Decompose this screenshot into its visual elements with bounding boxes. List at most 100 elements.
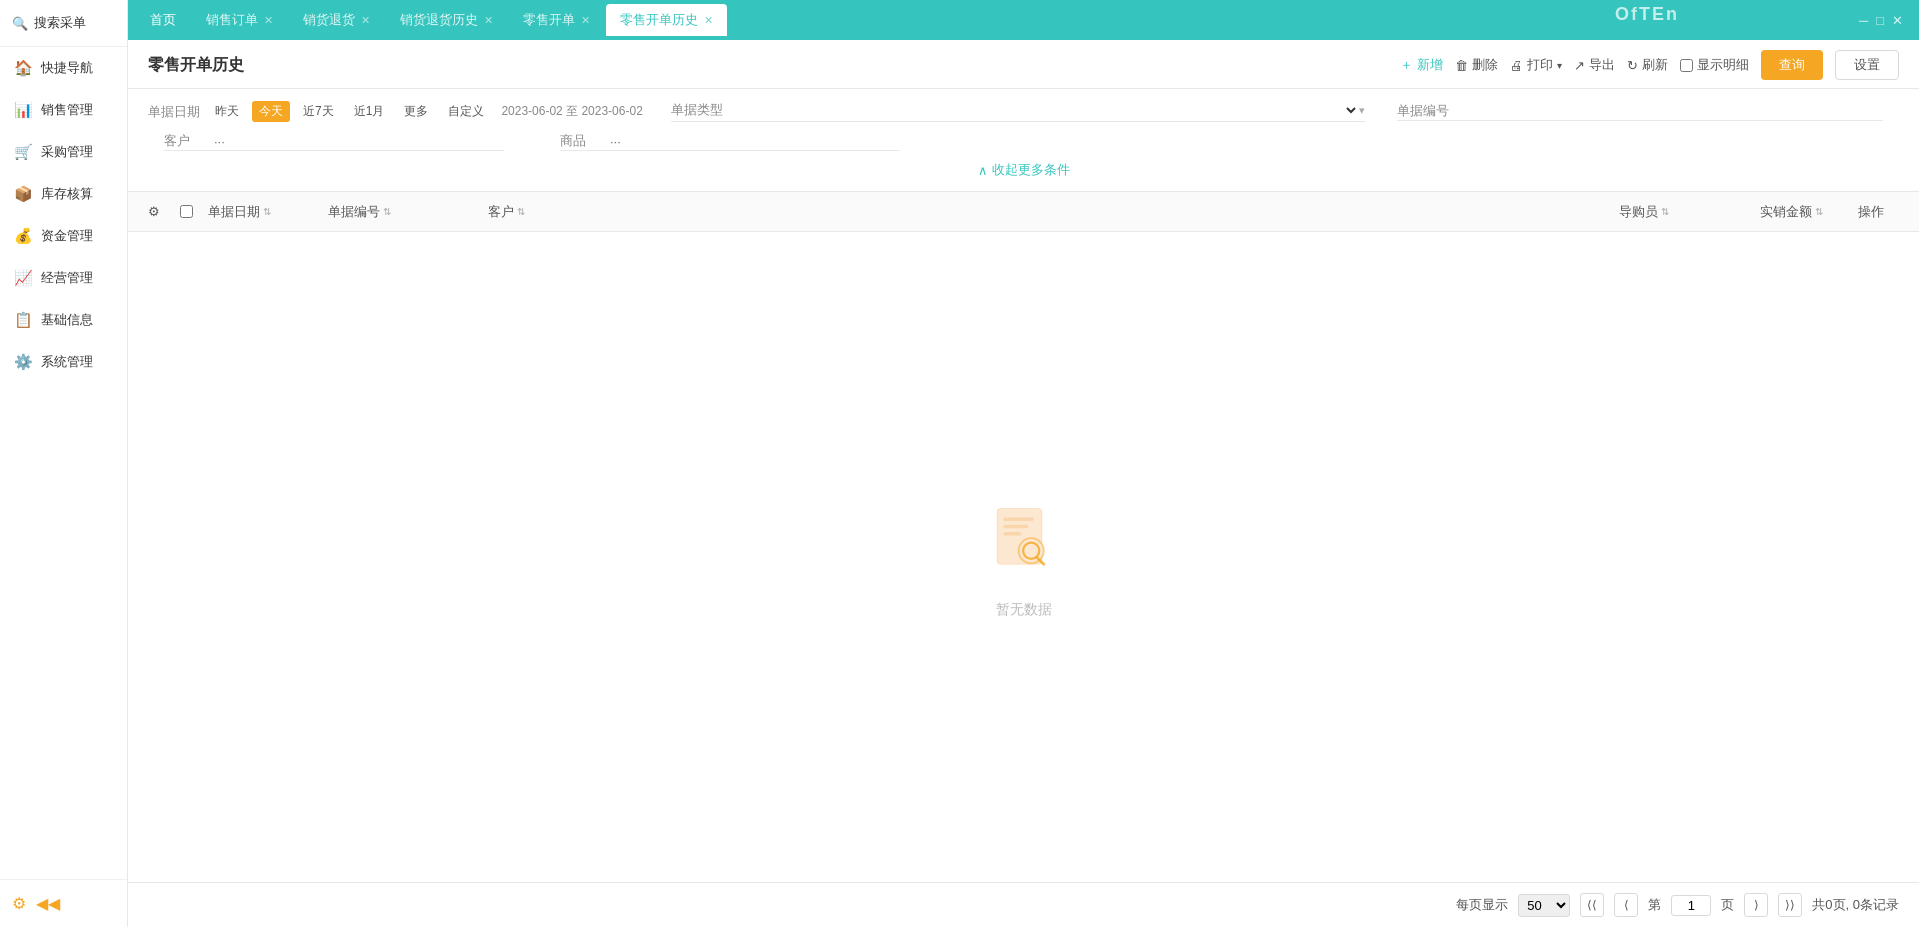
empty-state: 暂无数据: [128, 232, 1919, 882]
sidebar-item-label: 系统管理: [41, 353, 93, 371]
sidebar-item-sales-mgmt[interactable]: 📊 销售管理: [0, 89, 127, 131]
page-number-input[interactable]: [1671, 895, 1711, 916]
sort-number-icon: ⇅: [383, 206, 391, 217]
bill-number-wrap: 单据编号: [1397, 102, 1883, 121]
sidebar-item-basic-info[interactable]: 📋 基础信息: [0, 299, 127, 341]
bill-number-input[interactable]: [1449, 104, 1883, 119]
bill-type-select[interactable]: [723, 102, 1359, 119]
empty-icon: [979, 495, 1069, 585]
delete-icon: 🗑: [1455, 58, 1468, 73]
th-number[interactable]: 单据编号 ⇅: [320, 203, 480, 221]
tab-sales-return[interactable]: 销货退货 ✕: [289, 4, 384, 36]
page-label-before: 第: [1648, 896, 1661, 914]
setting-button[interactable]: 设置: [1835, 50, 1899, 80]
tab-sales-order[interactable]: 销售订单 ✕: [192, 4, 287, 36]
tab-retail-open-history-close[interactable]: ✕: [704, 14, 713, 27]
sidebar-item-finance[interactable]: 💰 资金管理: [0, 215, 127, 257]
page-first-button[interactable]: ⟨⟨: [1580, 893, 1604, 917]
sidebar-item-system[interactable]: ⚙️ 系统管理: [0, 341, 127, 383]
th-amount[interactable]: 实销金额 ⇅: [1711, 203, 1831, 221]
th-customer[interactable]: 客户 ⇅: [480, 203, 1611, 221]
bill-type-dropdown-icon: ▾: [1359, 104, 1365, 117]
tab-retail-open-label: 零售开单: [523, 11, 575, 29]
sidebar-item-business[interactable]: 📈 经营管理: [0, 257, 127, 299]
show-detail-checkbox[interactable]: 显示明细: [1680, 56, 1749, 74]
date-btn-custom[interactable]: 自定义: [441, 101, 491, 122]
th-date[interactable]: 单据日期 ⇅: [200, 203, 320, 221]
refresh-label: 刷新: [1642, 56, 1668, 74]
date-btn-1month[interactable]: 近1月: [347, 101, 392, 122]
sidebar-item-quick-nav[interactable]: 🏠 快捷导航: [0, 47, 127, 89]
tab-sales-return-history[interactable]: 销货退货历史 ✕: [386, 4, 507, 36]
sidebar-item-label: 基础信息: [41, 311, 93, 329]
sidebar-item-inventory[interactable]: 📦 库存核算: [0, 173, 127, 215]
page-size-select[interactable]: 20 50 100 200: [1518, 894, 1570, 917]
refresh-icon: ↻: [1627, 58, 1638, 73]
customer-label: 客户: [164, 132, 214, 150]
sidebar-search[interactable]: 🔍 搜索采单: [0, 0, 127, 47]
tab-retail-open-close[interactable]: ✕: [581, 14, 590, 27]
date-btn-today[interactable]: 今天: [252, 101, 290, 122]
collapse-up-icon: ∧: [978, 163, 988, 178]
add-button[interactable]: ＋ 新增: [1400, 56, 1443, 74]
sidebar-item-purchase-mgmt[interactable]: 🛒 采购管理: [0, 131, 127, 173]
select-all-checkbox[interactable]: [180, 205, 193, 218]
goods-wrap: 商品: [560, 132, 900, 151]
money-icon: 💰: [14, 227, 33, 245]
th-guide[interactable]: 导购员 ⇅: [1611, 203, 1711, 221]
date-btn-yesterday[interactable]: 昨天: [208, 101, 246, 122]
svg-rect-1: [1003, 518, 1034, 522]
tab-sales-return-close[interactable]: ✕: [361, 14, 370, 27]
sidebar-item-label: 资金管理: [41, 227, 93, 245]
close-button[interactable]: ✕: [1892, 13, 1903, 28]
tab-retail-open-history[interactable]: 零售开单历史 ✕: [606, 4, 727, 36]
settings-button[interactable]: ⚙: [12, 894, 26, 913]
th-number-label: 单据编号: [328, 203, 380, 221]
tab-retail-open-history-label: 零售开单历史: [620, 11, 698, 29]
collapse-sidebar-button[interactable]: ◀◀: [36, 894, 60, 913]
sidebar-item-label: 经营管理: [41, 269, 93, 287]
customer-input[interactable]: [214, 134, 504, 149]
page-header: 零售开单历史 ＋ 新增 🗑 删除 🖨 打印 ▾ ↗ 导出 ↻ 刷新: [128, 40, 1919, 89]
page-next-button[interactable]: ⟩: [1744, 893, 1768, 917]
collapse-more-btn[interactable]: ∧ 收起更多条件: [148, 161, 1899, 179]
empty-text: 暂无数据: [996, 601, 1052, 619]
add-icon: ＋: [1400, 56, 1413, 74]
tab-retail-open[interactable]: 零售开单 ✕: [509, 4, 604, 36]
tab-sales-order-close[interactable]: ✕: [264, 14, 273, 27]
print-icon: 🖨: [1510, 58, 1523, 73]
svg-rect-2: [1003, 525, 1028, 529]
delete-button[interactable]: 🗑 删除: [1455, 56, 1498, 74]
th-operation: 操作: [1831, 203, 1911, 221]
date-range-display: 2023-06-02 至 2023-06-02: [501, 103, 642, 120]
page-prev-button[interactable]: ⟨: [1614, 893, 1638, 917]
query-button[interactable]: 查询: [1761, 50, 1823, 80]
filter-row-2: 客户 商品: [148, 132, 1899, 151]
minimize-button[interactable]: ─: [1859, 13, 1868, 28]
main-content: 首页 销售订单 ✕ 销货退货 ✕ 销货退货历史 ✕ 零售开单 ✕ 零售开单历史 …: [128, 0, 1919, 927]
date-btn-7days[interactable]: 近7天: [296, 101, 341, 122]
search-icon: 🔍: [12, 16, 28, 31]
toolbar: ＋ 新增 🗑 删除 🖨 打印 ▾ ↗ 导出 ↻ 刷新 显示明细: [1400, 50, 1899, 80]
customer-wrap: 客户: [164, 132, 504, 151]
refresh-button[interactable]: ↻ 刷新: [1627, 56, 1668, 74]
export-button[interactable]: ↗ 导出: [1574, 56, 1615, 74]
print-button[interactable]: 🖨 打印 ▾: [1510, 56, 1562, 74]
tab-sales-order-label: 销售订单: [206, 11, 258, 29]
page-last-button[interactable]: ⟩⟩: [1778, 893, 1802, 917]
goods-input[interactable]: [610, 134, 900, 149]
date-btns-group: 昨天 今天 近7天 近1月 更多 自定义 2023-06-02 至 2023-0…: [208, 101, 643, 122]
th-settings[interactable]: ⚙: [136, 204, 172, 219]
tab-sales-return-history-close[interactable]: ✕: [484, 14, 493, 27]
tab-home[interactable]: 首页: [136, 4, 190, 36]
tab-sales-return-history-label: 销货退货历史: [400, 11, 478, 29]
date-btn-more[interactable]: 更多: [397, 101, 435, 122]
sort-date-icon: ⇅: [263, 206, 271, 217]
maximize-button[interactable]: □: [1876, 13, 1884, 28]
th-amount-label: 实销金额: [1760, 203, 1812, 221]
win-controls: ─ □ ✕: [1859, 13, 1911, 28]
show-detail-input[interactable]: [1680, 59, 1693, 72]
sort-guide-icon: ⇅: [1661, 206, 1669, 217]
th-checkbox[interactable]: [172, 205, 200, 218]
table-header: ⚙ 单据日期 ⇅ 单据编号 ⇅ 客户 ⇅ 导购员 ⇅ 实销金额: [128, 192, 1919, 232]
